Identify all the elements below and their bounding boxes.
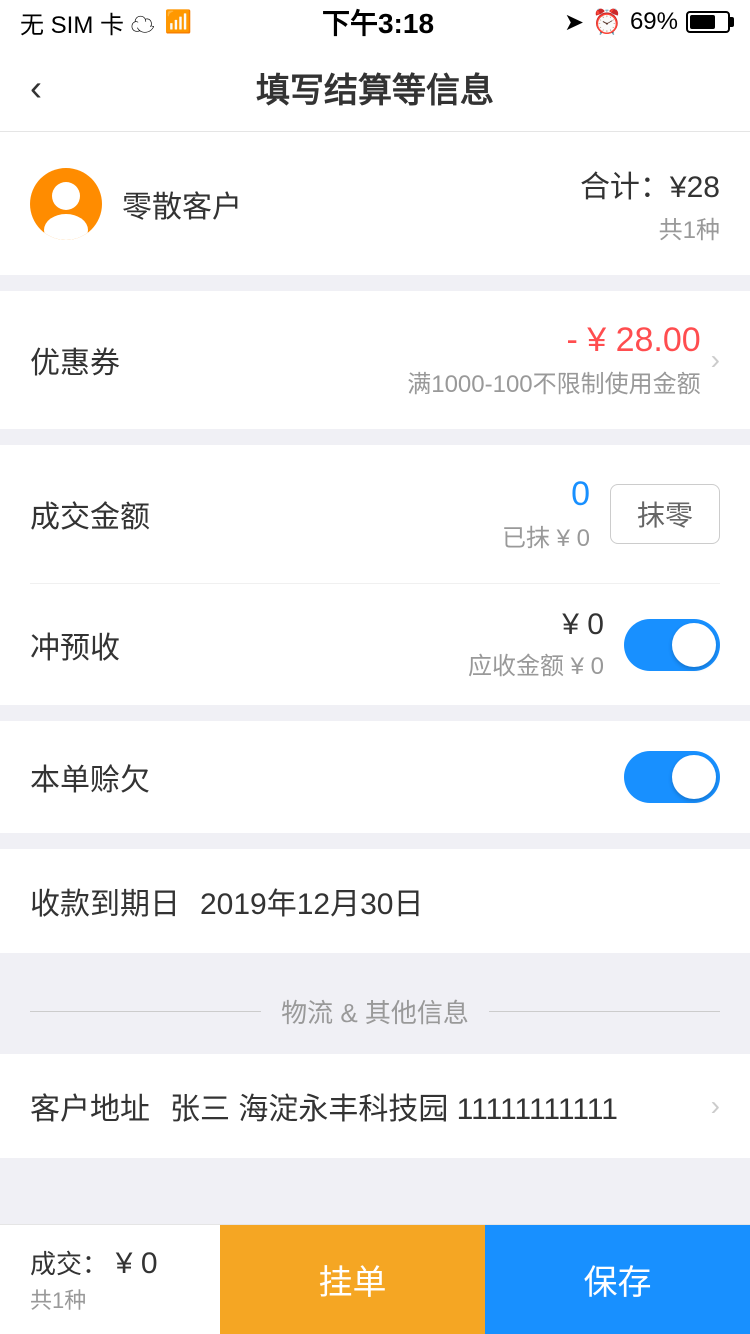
- debt-toggle-thumb: [672, 755, 716, 799]
- location-icon: ➤: [564, 8, 584, 37]
- coupon-section[interactable]: 优惠券 - ¥ 28.00 满1000-100不限制使用金额 ›: [0, 291, 750, 429]
- toggle-thumb: [672, 623, 716, 667]
- total-amount: 合计：¥28: [580, 162, 720, 206]
- back-button[interactable]: ‹: [30, 67, 42, 109]
- battery-percent: 69%: [630, 8, 678, 36]
- prepay-amounts: ¥ 0 应收金额 ¥ 0: [468, 608, 604, 681]
- deal-amount: 0: [502, 475, 590, 514]
- sim-label: 无 SIM 卡 ☁: [20, 5, 155, 40]
- wifi-icon: 📶: [165, 9, 192, 35]
- save-button[interactable]: 保存: [485, 1225, 750, 1334]
- due-date-label: 收款到期日: [30, 879, 180, 923]
- address-section[interactable]: 客户地址 张三 海淀永丰科技园 11111111111 ›: [0, 1054, 750, 1158]
- due-date-value: 2019年12月30日: [200, 879, 423, 923]
- logistics-label: 物流 & 其他信息: [281, 993, 469, 1030]
- address-label: 客户地址: [30, 1084, 150, 1128]
- debt-label: 本单赊欠: [30, 755, 150, 799]
- due-date-row: 收款到期日 2019年12月30日: [30, 879, 720, 923]
- coupon-info: - ¥ 28.00 满1000-100不限制使用金额: [407, 321, 700, 399]
- due-date-section: 收款到期日 2019年12月30日: [0, 849, 750, 953]
- deal-right: 0 已抹 ¥ 0 抹零: [502, 475, 720, 553]
- divider-hr-right: [489, 1011, 720, 1012]
- coupon-discount: - ¥ 28.00: [407, 321, 700, 360]
- customer-section: 零散客户 合计：¥28 共1种: [0, 132, 750, 275]
- deal-sub: 已抹 ¥ 0: [502, 518, 590, 553]
- total-count: 共1种: [580, 210, 720, 245]
- prepay-row: 冲预收 ¥ 0 应收金额 ¥ 0: [0, 584, 750, 705]
- deal-label: 成交金额: [30, 492, 150, 536]
- hold-button[interactable]: 挂单: [220, 1225, 485, 1334]
- content: 零散客户 合计：¥28 共1种 优惠券 - ¥ 28.00 满1000-100不…: [0, 132, 750, 1294]
- customer-name: 零散客户: [122, 182, 242, 226]
- debt-section: 本单赊欠: [0, 721, 750, 833]
- status-bar: 无 SIM 卡 ☁ 📶 下午3:18 ➤ ⏰ 69%: [0, 0, 750, 44]
- bottom-count: 共1种: [30, 1283, 190, 1315]
- address-chevron-icon: ›: [711, 1090, 720, 1122]
- coupon-right: - ¥ 28.00 满1000-100不限制使用金额 ›: [407, 321, 720, 399]
- prepay-amount: ¥ 0: [468, 608, 604, 642]
- deal-section: 成交金额 0 已抹 ¥ 0 抹零 冲预收 ¥ 0 应收金额 ¥ 0: [0, 445, 750, 705]
- avatar-icon: [30, 168, 102, 240]
- debt-toggle[interactable]: [624, 751, 720, 803]
- battery-icon: [686, 11, 730, 33]
- bottom-summary: 成交： ¥ 0 共1种: [0, 1244, 220, 1315]
- bottom-deal-row: 成交： ¥ 0: [30, 1244, 190, 1281]
- page-title: 填写结算等信息: [256, 63, 494, 112]
- deal-amount-wrap: 0 已抹 ¥ 0: [502, 475, 590, 553]
- prepay-toggle[interactable]: [624, 619, 720, 671]
- logistics-divider: 物流 & 其他信息: [0, 969, 750, 1054]
- prepay-label: 冲预收: [30, 623, 120, 667]
- bottom-bar: 成交： ¥ 0 共1种 挂单 保存: [0, 1224, 750, 1334]
- customer-info: 零散客户: [30, 168, 242, 240]
- coupon-desc: 满1000-100不限制使用金额: [407, 364, 700, 399]
- customer-total: 合计：¥28 共1种: [580, 162, 720, 245]
- avatar: [30, 168, 102, 240]
- coupon-label: 优惠券: [30, 338, 120, 382]
- nav-bar: ‹ 填写结算等信息: [0, 44, 750, 132]
- alarm-icon: ⏰: [592, 8, 622, 37]
- round-zero-button[interactable]: 抹零: [610, 484, 720, 544]
- status-right: ➤ ⏰ 69%: [564, 8, 730, 37]
- status-left: 无 SIM 卡 ☁ 📶: [20, 5, 192, 40]
- status-time: 下午3:18: [322, 2, 434, 42]
- deal-row: 成交金额 0 已抹 ¥ 0 抹零: [0, 445, 750, 583]
- prepay-right: ¥ 0 应收金额 ¥ 0: [468, 608, 720, 681]
- prepay-sub: 应收金额 ¥ 0: [468, 646, 604, 681]
- address-value: 张三 海淀永丰科技园 11111111111: [170, 1084, 701, 1128]
- chevron-right-icon: ›: [711, 344, 720, 376]
- bottom-deal-label: 成交：: [30, 1249, 108, 1279]
- divider-hr-left: [30, 1011, 261, 1012]
- bottom-deal-amount: ¥ 0: [116, 1247, 158, 1280]
